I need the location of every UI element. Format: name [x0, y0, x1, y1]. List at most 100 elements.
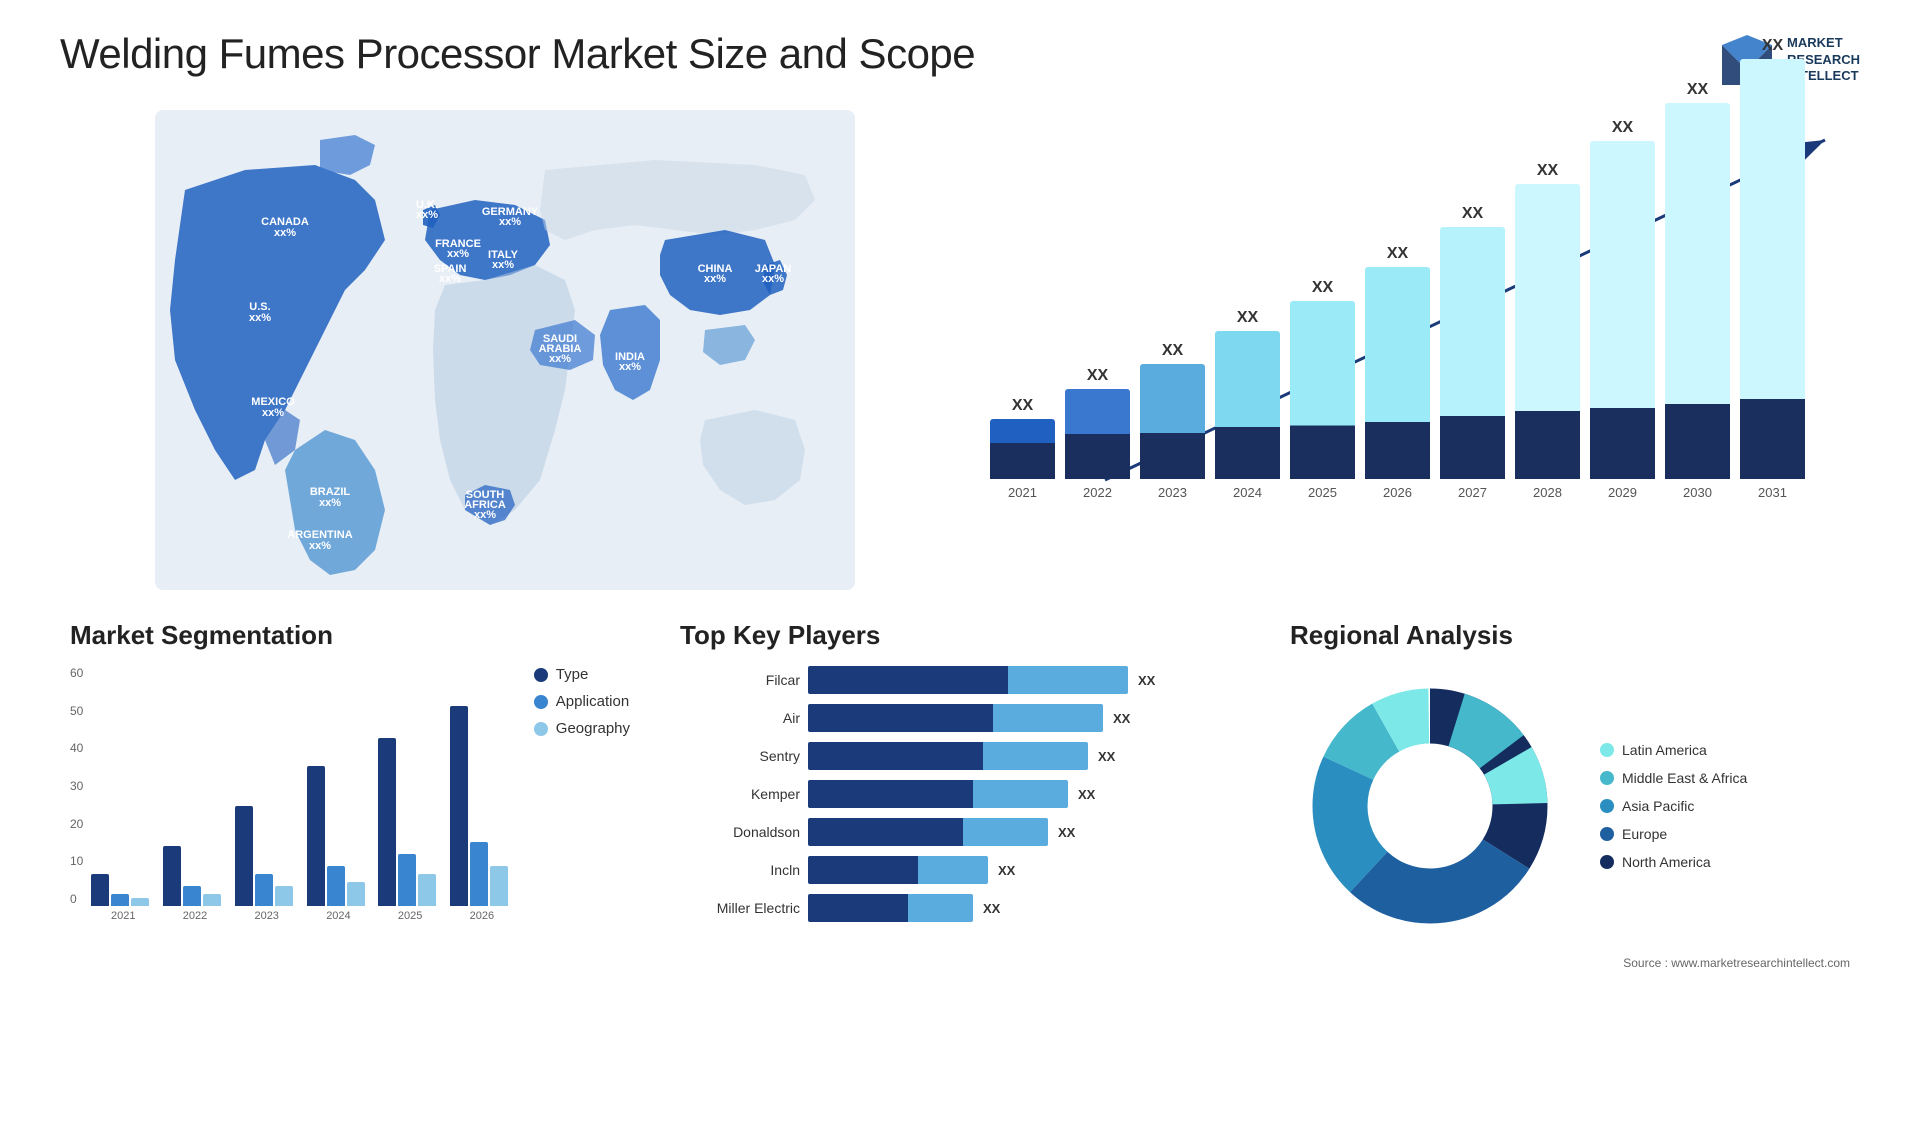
label-latin-america: Latin America: [1622, 742, 1707, 758]
svg-text:xx%: xx%: [274, 227, 296, 239]
svg-text:xx%: xx%: [262, 407, 284, 419]
bar-app-2023: [255, 874, 273, 906]
player-name-incln: Incln: [680, 862, 800, 878]
bar-app-2022: [183, 886, 201, 906]
bar-2021: [990, 419, 1055, 479]
bar-2027: [1440, 227, 1505, 479]
bar-geo-2021: [131, 898, 149, 906]
legend-asia-pacific: Asia Pacific: [1600, 798, 1747, 814]
segmentation-title: Market Segmentation: [70, 620, 630, 651]
bar-top-label-2022: XX: [1087, 367, 1108, 385]
player-bar-donaldson: XX: [808, 818, 1240, 846]
bar-donaldson-dark: [808, 818, 963, 846]
bar-top-label-2026: XX: [1387, 245, 1408, 263]
player-val-kemper: XX: [1078, 787, 1095, 802]
player-bar-miller: XX: [808, 894, 1240, 922]
bar-geo-2025: [418, 874, 436, 906]
player-row-kemper: Kemper XX: [680, 780, 1240, 808]
label-europe: Europe: [1622, 826, 1667, 842]
svg-text:xx%: xx%: [309, 540, 331, 552]
header: Welding Fumes Processor Market Size and …: [60, 30, 1860, 90]
donut-chart: [1290, 666, 1570, 946]
svg-text:xx%: xx%: [319, 497, 341, 509]
player-val-miller: XX: [983, 901, 1000, 916]
bar-group-2024: [307, 766, 371, 906]
player-row-filcar: Filcar XX: [680, 666, 1240, 694]
regional-legend: Latin America Middle East & Africa Asia …: [1600, 742, 1747, 870]
bar-top-label-2021: XX: [1012, 397, 1033, 415]
svg-text:xx%: xx%: [619, 361, 641, 373]
bar-xlabel-2031: 2031: [1758, 485, 1787, 500]
bar-top-label-2027: XX: [1462, 205, 1483, 223]
bar-2030: [1665, 103, 1730, 479]
svg-text:xx%: xx%: [549, 353, 571, 365]
donut-container: Latin America Middle East & Africa Asia …: [1290, 666, 1850, 946]
legend-dot-application: [534, 695, 548, 709]
bar-top-label-2025: XX: [1312, 279, 1333, 297]
bar-incln-light: [918, 856, 988, 884]
dot-middle-east: [1600, 771, 1614, 785]
svg-text:xx%: xx%: [474, 509, 496, 521]
world-map: CANADA xx% U.S. xx% MEXICO xx% BRAZIL xx…: [60, 110, 950, 590]
legend-middle-east: Middle East & Africa: [1600, 770, 1747, 786]
player-name-air: Air: [680, 710, 800, 726]
player-bar-air: XX: [808, 704, 1240, 732]
player-row-miller: Miller Electric XX: [680, 894, 1240, 922]
svg-text:xx%: xx%: [704, 273, 726, 285]
bar-xlabel-2023: 2023: [1158, 485, 1187, 500]
bar-top-label-2023: XX: [1162, 342, 1183, 360]
bar-miller-light: [908, 894, 973, 922]
player-row-incln: Incln XX: [680, 856, 1240, 884]
bar-type-2022: [163, 846, 181, 906]
regional-section: Regional Analysis: [1280, 610, 1860, 980]
source-text: Source : www.marketresearchintellect.com: [1290, 956, 1850, 970]
bar-incln-dark: [808, 856, 918, 884]
bar-xlabel-2021: 2021: [1008, 485, 1037, 500]
bar-kemper-dark: [808, 780, 973, 808]
svg-text:xx%: xx%: [439, 273, 461, 285]
bar-xlabel-2025: 2025: [1308, 485, 1337, 500]
legend-application: Application: [534, 693, 630, 710]
bar-group-2021: [91, 874, 155, 906]
players-list: Filcar XX Air: [680, 666, 1240, 922]
bar-xlabel-2029: 2029: [1608, 485, 1637, 500]
bar-miller-dark: [808, 894, 908, 922]
player-bar-kemper: XX: [808, 780, 1240, 808]
svg-text:xx%: xx%: [249, 312, 271, 324]
player-name-filcar: Filcar: [680, 672, 800, 688]
bar-geo-2022: [203, 894, 221, 906]
player-name-kemper: Kemper: [680, 786, 800, 802]
page-container: Welding Fumes Processor Market Size and …: [0, 0, 1920, 1146]
legend-label-type: Type: [556, 666, 589, 683]
players-title: Top Key Players: [680, 620, 1240, 651]
bar-xlabel-2022: 2022: [1083, 485, 1112, 500]
segmentation-section: Market Segmentation 60 50 40 30 20 10 0: [60, 610, 640, 980]
bar-xlabel-2027: 2027: [1458, 485, 1487, 500]
bar-sentry-dark: [808, 742, 983, 770]
dot-north-america: [1600, 855, 1614, 869]
bar-2024: [1215, 331, 1280, 479]
dot-europe: [1600, 827, 1614, 841]
bar-kemper-light: [973, 780, 1068, 808]
bars-row: [91, 666, 513, 906]
player-bar-incln: XX: [808, 856, 1240, 884]
page-title: Welding Fumes Processor Market Size and …: [60, 30, 975, 78]
bar-xlabel-2028: 2028: [1533, 485, 1562, 500]
bar-group-2023: [235, 806, 299, 906]
label-north-america: North America: [1622, 854, 1711, 870]
bar-donaldson-light: [963, 818, 1048, 846]
player-bar-sentry: XX: [808, 742, 1240, 770]
bar-app-2026: [470, 842, 488, 906]
player-row-sentry: Sentry XX: [680, 742, 1240, 770]
legend-geography: Geography: [534, 720, 630, 737]
player-val-donaldson: XX: [1058, 825, 1075, 840]
bar-xlabel-2024: 2024: [1233, 485, 1262, 500]
svg-text:xx%: xx%: [492, 259, 514, 271]
player-name-sentry: Sentry: [680, 748, 800, 764]
bar-2026: [1365, 267, 1430, 479]
bar-sentry-light: [983, 742, 1088, 770]
bar-chart-section: XX 2021 XX 2022 XX 2023: [970, 110, 1860, 590]
bar-type-2024: [307, 766, 325, 906]
player-name-miller: Miller Electric: [680, 900, 800, 916]
dot-latin-america: [1600, 743, 1614, 757]
